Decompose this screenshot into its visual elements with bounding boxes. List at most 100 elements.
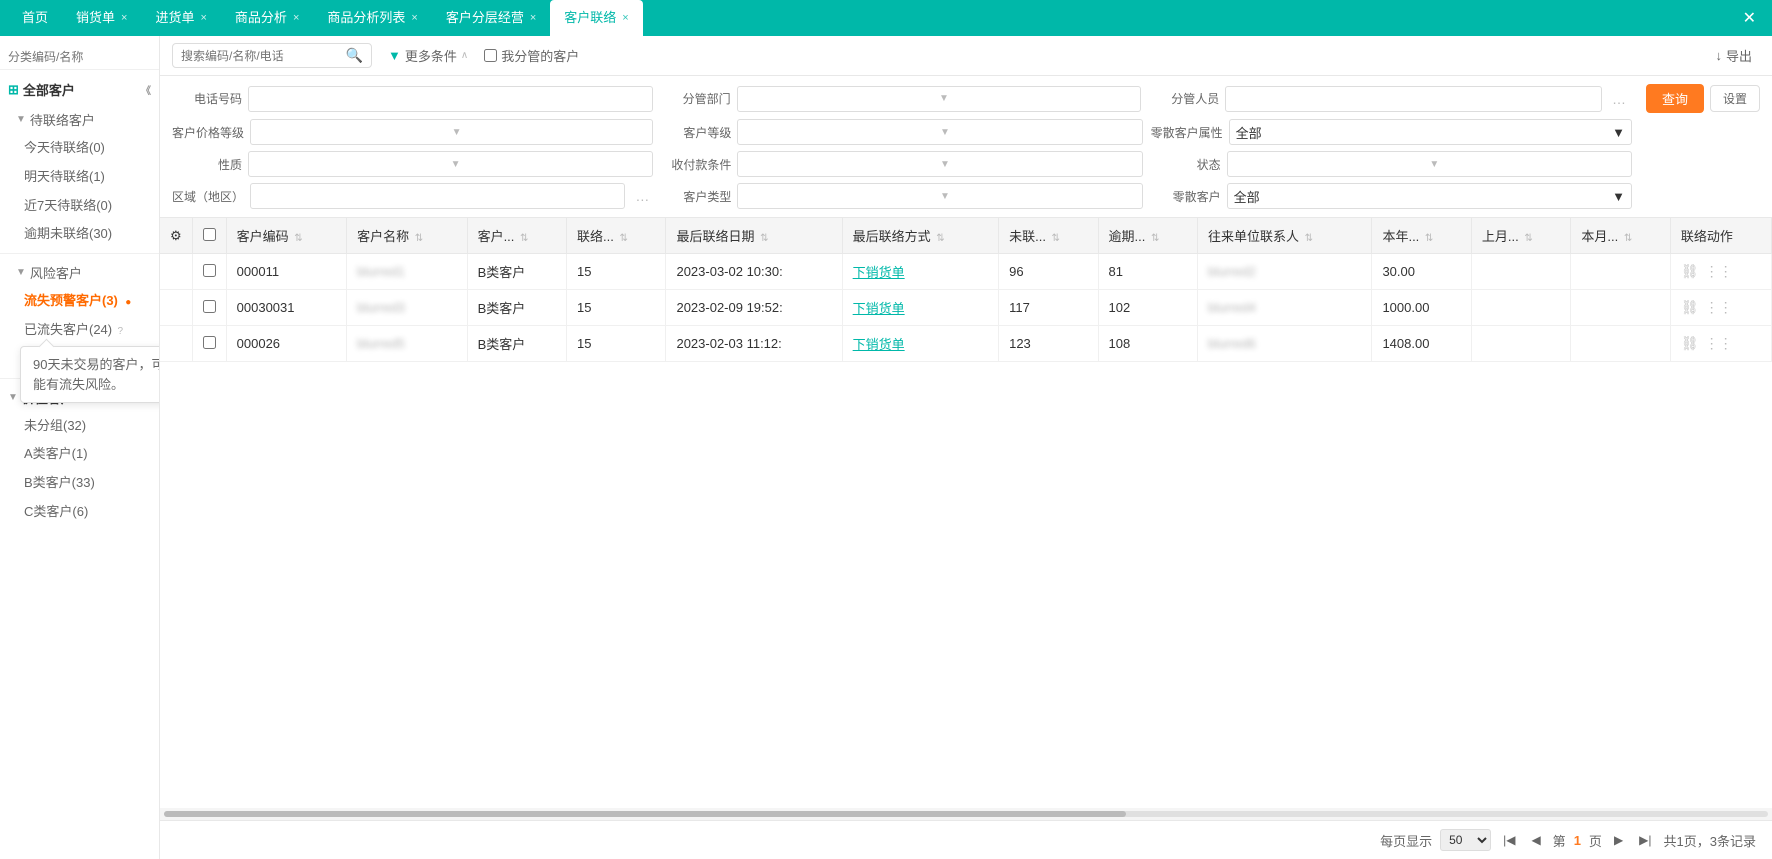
group-risk-title[interactable]: ▼ 风险客户 xyxy=(0,258,159,287)
action-menu-icon[interactable]: ⋮⋮ xyxy=(1705,299,1733,316)
sidebar-all-customers[interactable]: ⊞ 全部客户 《 xyxy=(0,74,159,105)
group-pending-title[interactable]: ▼ 待联络客户 xyxy=(0,105,159,134)
filter-phone: 电话号码 xyxy=(172,86,653,112)
payment-select[interactable]: ▼ xyxy=(737,151,1142,177)
sidebar-item-classA[interactable]: A类客户(1) xyxy=(0,440,159,469)
window-close-button[interactable]: ✕ xyxy=(1735,8,1764,28)
th-contact2[interactable]: 往来单位联系人 ⇅ xyxy=(1198,218,1372,254)
sidebar-search-input[interactable] xyxy=(8,50,160,64)
search-input[interactable] xyxy=(181,49,346,63)
last-page-button[interactable]: ▶| xyxy=(1635,831,1655,849)
sidebar-item-today[interactable]: 今天待联络(0) xyxy=(0,134,159,163)
dept-select[interactable]: ▼ xyxy=(737,86,1142,112)
search-icon[interactable]: 🔍 xyxy=(346,47,363,64)
row-last-month xyxy=(1471,290,1570,326)
horizontal-scrollbar[interactable] xyxy=(160,808,1772,820)
th-this-year[interactable]: 本年... ⇅ xyxy=(1372,218,1471,254)
first-page-button[interactable]: |◀ xyxy=(1499,831,1519,849)
manager-label: 分管人员 xyxy=(1149,90,1219,107)
row-checkbox[interactable] xyxy=(203,336,216,349)
nav-home[interactable]: 首页 xyxy=(8,0,62,36)
row-checkbox[interactable] xyxy=(203,300,216,313)
sort-code-icon: ⇅ xyxy=(294,233,302,244)
sidebar-item-classB[interactable]: B类客户(33) xyxy=(0,469,159,498)
th-last-method[interactable]: 最后联络方式 ⇅ xyxy=(842,218,998,254)
retail-attr-select[interactable]: 全部 ▼ xyxy=(1229,119,1632,145)
th-checkbox[interactable] xyxy=(192,218,226,254)
table-row: 000026 blurred5 B类客户 15 2023-02-03 11:12… xyxy=(160,326,1772,362)
next-page-button[interactable]: ▶ xyxy=(1610,831,1627,849)
more-filter-button[interactable]: ▼ 更多条件 ∧ xyxy=(380,42,476,69)
cust-type-select[interactable]: ▼ xyxy=(737,183,1142,209)
prev-page-button[interactable]: ◀ xyxy=(1527,831,1544,849)
close-analysis-list-icon[interactable]: × xyxy=(411,0,417,36)
th-code[interactable]: 客户编码 ⇅ xyxy=(226,218,346,254)
table-header-row: ⚙ 客户编码 ⇅ 客户名称 ⇅ 客户... ⇅ 联络... ⇅ 最后联络日期 ⇅… xyxy=(160,218,1772,254)
nav-customer-layer[interactable]: 客户分层经营 × xyxy=(432,0,550,36)
th-last-month[interactable]: 上月... ⇅ xyxy=(1471,218,1570,254)
action-link-icon[interactable]: ⛓ xyxy=(1681,263,1699,280)
action-menu-icon[interactable]: ⋮⋮ xyxy=(1705,263,1733,280)
filter-payment: 收付款条件 ▼ xyxy=(661,151,1142,177)
nav-customer-contact[interactable]: 客户联络 × xyxy=(550,0,642,36)
toolbar-search-container: 🔍 xyxy=(172,43,372,68)
sidebar-item-ungroup[interactable]: 未分组(32) xyxy=(0,412,159,441)
scrollbar-thumb[interactable] xyxy=(164,811,1126,817)
phone-input[interactable] xyxy=(248,86,653,112)
filter-cust-grade: 客户等级 ▼ xyxy=(661,119,1142,145)
th-settings[interactable]: ⚙ xyxy=(160,218,192,254)
region-dots-icon[interactable]: … xyxy=(631,188,653,204)
close-customer-layer-icon[interactable]: × xyxy=(530,0,536,36)
th-type[interactable]: 客户... ⇅ xyxy=(467,218,566,254)
row-contact2: blurred2 xyxy=(1198,254,1372,290)
sidebar-item-tomorrow[interactable]: 明天待联络(1) xyxy=(0,163,159,192)
action-link-icon[interactable]: ⛓ xyxy=(1681,299,1699,316)
manager-select[interactable] xyxy=(1225,86,1602,112)
row-last-method[interactable]: 下销货单 xyxy=(842,254,998,290)
filter-row-2: 客户价格等级 ▼ 客户等级 ▼ 零散客户属性 全部 xyxy=(172,119,1760,145)
nav-sales[interactable]: 销货单 × xyxy=(62,0,141,36)
row-last-method[interactable]: 下销货单 xyxy=(842,290,998,326)
action-link-icon[interactable]: ⛓ xyxy=(1681,335,1699,352)
close-analysis-icon[interactable]: × xyxy=(293,0,299,36)
sidebar-item-classC[interactable]: C类客户(6) xyxy=(0,498,159,527)
th-this-month[interactable]: 本月... ⇅ xyxy=(1571,218,1670,254)
export-button[interactable]: ↓ 导出 xyxy=(1707,42,1760,69)
grid-icon: ⊞ xyxy=(8,82,19,98)
row-last-method[interactable]: 下销货单 xyxy=(842,326,998,362)
th-contact[interactable]: 联络... ⇅ xyxy=(567,218,666,254)
close-purchase-icon[interactable]: × xyxy=(200,0,206,36)
row-checkbox-cell[interactable] xyxy=(192,326,226,362)
nature-select[interactable]: ▼ xyxy=(248,151,653,177)
cust-grade-select[interactable]: ▼ xyxy=(737,119,1142,145)
th-last-date[interactable]: 最后联络日期 ⇅ xyxy=(666,218,842,254)
manager-dots-icon[interactable]: … xyxy=(1608,91,1630,107)
retail-cust-select[interactable]: 全部 ▼ xyxy=(1227,183,1632,209)
row-checkbox-cell[interactable] xyxy=(192,290,226,326)
price-grade-select[interactable]: ▼ xyxy=(250,119,653,145)
action-menu-icon[interactable]: ⋮⋮ xyxy=(1705,335,1733,352)
per-page-select[interactable]: 50 100 xyxy=(1440,829,1491,851)
nav-purchase[interactable]: 进货单 × xyxy=(141,0,220,36)
th-overdue[interactable]: 逾期... ⇅ xyxy=(1098,218,1197,254)
select-all-checkbox[interactable] xyxy=(203,228,216,241)
my-customers-checkbox[interactable] xyxy=(484,49,497,62)
sidebar-item-7days[interactable]: 近7天待联络(0) xyxy=(0,192,159,221)
sidebar-item-churn-warning[interactable]: 流失预警客户(3) ● xyxy=(0,287,159,316)
status-select[interactable]: ▼ xyxy=(1227,151,1632,177)
row-checkbox[interactable] xyxy=(203,264,216,277)
close-sales-icon[interactable]: × xyxy=(121,0,127,36)
my-customers-checkbox-label[interactable]: 我分管的客户 xyxy=(484,46,579,65)
row-checkbox-cell[interactable] xyxy=(192,254,226,290)
nav-analysis[interactable]: 商品分析 × xyxy=(221,0,313,36)
th-name[interactable]: 客户名称 ⇅ xyxy=(347,218,467,254)
settings-button[interactable]: 设置 xyxy=(1710,85,1760,112)
region-select[interactable] xyxy=(250,183,625,209)
th-uncontacted[interactable]: 未联... ⇅ xyxy=(999,218,1098,254)
sidebar-item-overdue[interactable]: 逾期未联络(30) xyxy=(0,220,159,249)
nav-analysis-list[interactable]: 商品分析列表 × xyxy=(313,0,431,36)
close-customer-contact-icon[interactable]: × xyxy=(622,0,628,36)
query-button[interactable]: 查询 xyxy=(1646,84,1704,113)
sidebar-item-churned[interactable]: 已流失客户(24) ? xyxy=(0,316,159,345)
filter-chevron-icon: ∧ xyxy=(461,50,468,61)
